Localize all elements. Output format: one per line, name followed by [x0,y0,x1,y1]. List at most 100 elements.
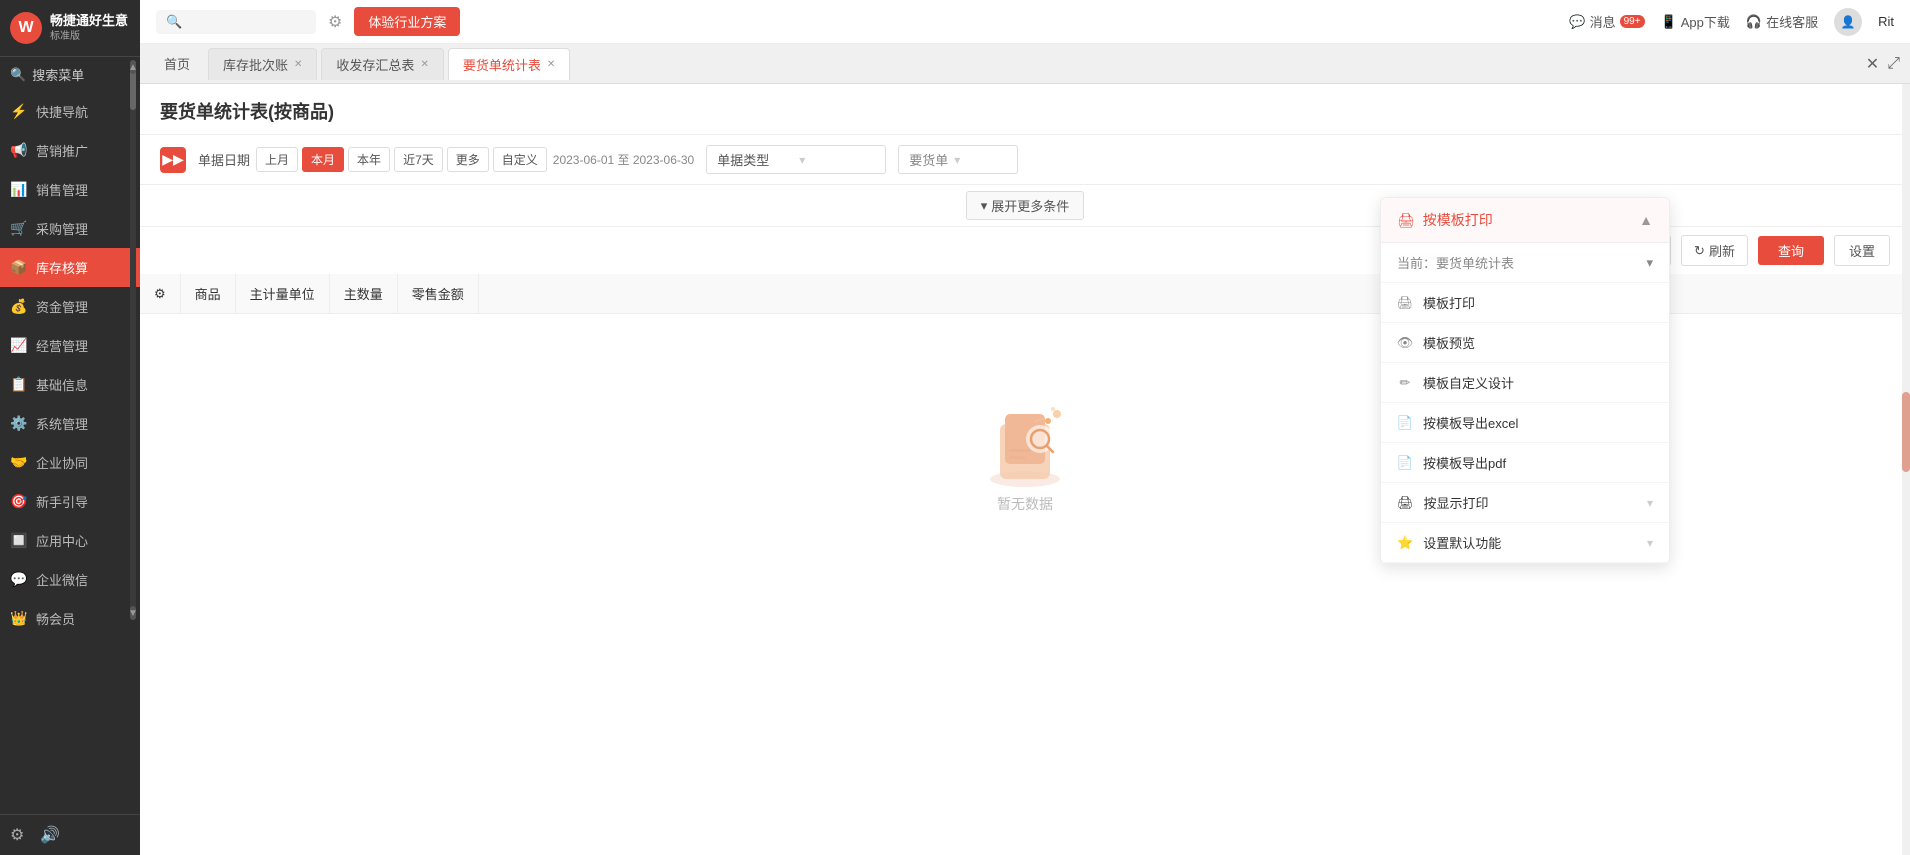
dropdown-item-export-pdf[interactable]: 📄 按模板导出pdf [1381,443,1669,483]
sidebar-search[interactable]: 🔍 搜索菜单 [0,57,140,92]
sidebar-item-member[interactable]: 👑 畅会员 [0,599,140,638]
right-scrollbar-thumb [1902,392,1910,472]
quick-nav-icon: ⚡ [10,103,28,121]
settings-btn[interactable]: 设置 [1834,235,1890,266]
sidebar-item-sales[interactable]: 📊 销售管理 [0,170,140,209]
table-col-unit: 主计量单位 [235,274,329,314]
tab-order-stat[interactable]: 要货单统计表 ✕ [448,48,570,80]
dropdown-item-template-custom[interactable]: ✏ 模板自定义设计 [1381,363,1669,403]
cooperation-icon: 🤝 [10,454,28,472]
tab-close-batch-account[interactable]: ✕ [294,59,302,70]
sidebar-item-purchase[interactable]: 🛒 采购管理 [0,209,140,248]
dropdown-current-item[interactable]: 当前：要货单统计表 ▾ [1381,243,1669,283]
date-current-month[interactable]: 本月 [302,147,344,172]
phone-icon: 📱 [1661,14,1677,30]
dropdown-item-template-preview[interactable]: 👁 模板预览 [1381,323,1669,363]
date-custom[interactable]: 自定义 [493,147,547,172]
template-custom-icon: ✏ [1397,375,1413,391]
expand-more-btn[interactable]: ▾ 展开更多条件 [966,191,1085,220]
guide-icon: 🎯 [10,493,28,511]
dropdown-chevron-up[interactable]: ▲ [1639,212,1653,228]
sidebar-scroll-down[interactable]: ▼ [130,606,136,620]
right-scrollbar[interactable] [1902,84,1910,855]
avatar-icon: 👤 [1841,15,1856,29]
top-header: 🔍 ⚙ 体验行业方案 💬 消息 99+ 📱 App下载 🎧 在线客服 👤 Rit [140,0,1910,44]
tab-batch-account[interactable]: 库存批次账 ✕ [208,48,317,80]
sidebar-item-finance[interactable]: 💰 资金管理 [0,287,140,326]
table-col-empty [478,274,1909,314]
date-current-year[interactable]: 本年 [348,147,390,172]
sidebar-item-operations[interactable]: 📈 经营管理 [0,326,140,365]
wechat-icon: 💬 [10,571,28,589]
sidebar-item-inventory[interactable]: 📦 库存核算 [0,248,140,287]
sidebar-item-system[interactable]: ⚙️ 系统管理 [0,404,140,443]
sidebar-bottom: ⚙ 🔊 [0,814,140,855]
online-service-btn[interactable]: 🎧 在线客服 [1746,12,1818,31]
tab-receipt-summary[interactable]: 收发存汇总表 ✕ [321,48,443,80]
empty-text: 暂无数据 [997,494,1053,514]
sidebar-item-apps[interactable]: 🔲 应用中心 [0,521,140,560]
date-last-month[interactable]: 上月 [256,147,298,172]
dropdown-title: 🖨 按模板打印 [1397,210,1493,230]
date-more[interactable]: 更多 [447,147,489,172]
tab-bar: 首页 库存批次账 ✕ 收发存汇总表 ✕ 要货单统计表 ✕ ✕ ⤢ [140,44,1910,84]
sidebar-item-basic[interactable]: 📋 基础信息 [0,365,140,404]
date-btn-group: 上月 本月 本年 近7天 更多 自定义 [256,147,547,172]
sidebar-item-marketing[interactable]: 📢 营销推广 [0,131,140,170]
query-btn[interactable]: 查询 [1758,236,1824,265]
system-icon: ⚙️ [10,415,28,433]
order-type-chevron: ▾ [799,153,875,167]
sidebar-audio-icon[interactable]: 🔊 [40,825,60,845]
apps-icon: 🔲 [10,532,28,550]
finance-icon: 💰 [10,298,28,316]
date-last-7days[interactable]: 近7天 [394,147,443,172]
table-col-settings[interactable]: ⚙ [140,274,180,314]
sidebar-logo: W 畅捷通好生意 标准版 [0,0,140,57]
tab-expand-btn[interactable]: ⤢ [1887,55,1900,73]
sidebar: W 畅捷通好生意 标准版 🔍 搜索菜单 ⚡ 快捷导航 📢 营销推广 📊 销售管理… [0,0,140,855]
dropdown-item-export-excel[interactable]: 📄 按模板导出excel [1381,403,1669,443]
marketing-icon: 📢 [10,142,28,160]
message-icon: 💬 [1569,14,1585,30]
app-title: 畅捷通好生意 标准版 [50,12,128,44]
tab-close-receipt-summary[interactable]: ✕ [420,59,428,70]
basic-icon: 📋 [10,376,28,394]
refresh-btn[interactable]: ↻ 刷新 [1681,235,1748,266]
dropdown-item-template-print[interactable]: 🖨 模板打印 [1381,283,1669,323]
filter-expand-toggle[interactable]: ▶▶ [160,147,186,173]
search-icon: 🔍 [10,67,26,83]
export-excel-icon: 📄 [1397,415,1413,431]
dropdown-print-icon: 🖨 [1397,212,1415,229]
filter-bar: ▶▶ 单据日期 上月 本月 本年 近7天 更多 自定义 2023-06-01 至… [140,135,1910,185]
sidebar-scrollbar[interactable]: ▲ ▼ [130,60,136,620]
sidebar-item-guide[interactable]: 🎯 新手引导 [0,482,140,521]
page-title: 要货单统计表(按商品) [160,98,1890,124]
tab-close-order-stat[interactable]: ✕ [547,59,555,70]
sidebar-scrollbar-thumb [130,70,136,110]
sidebar-item-wechat[interactable]: 💬 企业微信 [0,560,140,599]
goods-filter[interactable]: 要货单 ▾ [898,145,1018,174]
sidebar-nav: ⚡ 快捷导航 📢 营销推广 📊 销售管理 🛒 采购管理 📦 库存核算 💰 资金管… [0,92,140,814]
header-search-bar[interactable]: 🔍 [156,10,316,34]
order-type-filter[interactable]: 单据类型 ▾ [706,145,886,174]
dropdown-section-set-default[interactable]: ⭐ 设置默认功能 ▾ [1381,523,1669,563]
sidebar-scroll-up[interactable]: ▲ [130,60,136,74]
current-item-chevron: ▾ [1646,255,1653,271]
app-download-btn[interactable]: 📱 App下载 [1661,12,1730,31]
empty-illustration [975,394,1075,494]
tab-close-btn[interactable]: ✕ [1866,54,1879,74]
goods-chevron: ▾ [954,153,960,167]
template-preview-icon: 👁 [1397,335,1413,351]
sidebar-settings-icon[interactable]: ⚙ [10,825,24,845]
header-gear-icon[interactable]: ⚙ [328,12,342,32]
message-btn[interactable]: 💬 消息 99+ [1569,12,1644,31]
sidebar-item-cooperation[interactable]: 🤝 企业协同 [0,443,140,482]
action-bar: 🖨 按模板打印 ▲ ··· ⬆ 导出 ↻ 刷新 查询 设置 🖨 按模板打印 ▲ [140,227,1910,274]
tab-home[interactable]: 首页 [150,48,204,79]
page-header: 要货单统计表(按商品) [140,84,1910,135]
dropdown-section-display-print[interactable]: 🖨 按显示打印 ▾ [1381,483,1669,523]
sidebar-item-quick-nav[interactable]: ⚡ 快捷导航 [0,92,140,131]
user-avatar[interactable]: 👤 [1834,8,1862,36]
trial-btn[interactable]: 体验行业方案 [354,7,460,36]
header-search-input[interactable] [188,14,288,29]
